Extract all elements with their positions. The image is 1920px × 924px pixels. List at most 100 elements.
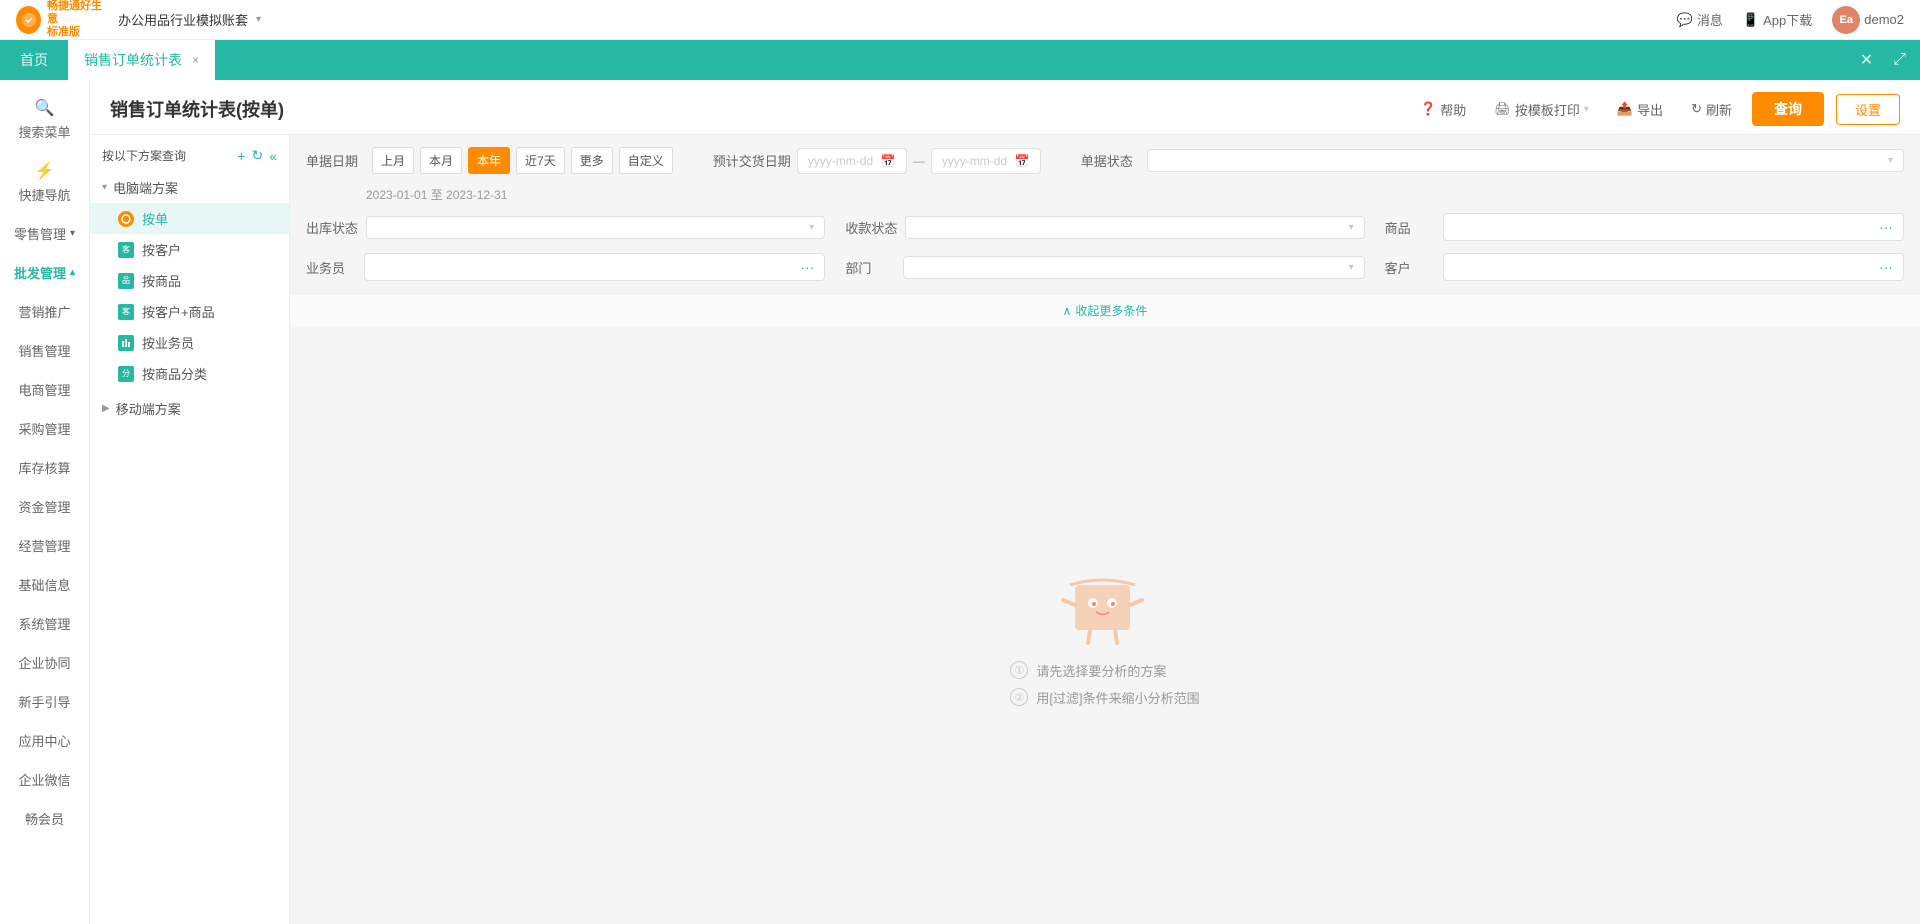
scheme-collapse-button[interactable]: « bbox=[269, 148, 277, 164]
sidebar-item-quick-nav[interactable]: ⚡ 快捷导航 bbox=[0, 151, 89, 214]
pc-scheme-section: ▾ 电脑端方案 按单 客 按客户 bbox=[90, 168, 289, 393]
calendar-icon-2: 📅 bbox=[1015, 154, 1030, 168]
date-btn-custom[interactable]: 自定义 bbox=[619, 147, 673, 174]
department-select[interactable]: ▾ bbox=[903, 256, 1364, 279]
tab-bar: 首页 销售订单统计表 × ✕ ⤢ bbox=[0, 40, 1920, 80]
sidebar-item-finance[interactable]: 资金管理 bbox=[0, 487, 89, 526]
top-bar-right: 💬 消息 📱 App下载 Ea demo2 bbox=[1677, 6, 1904, 34]
chevron-down-dept: ▾ bbox=[1349, 262, 1354, 273]
payment-status-select[interactable]: ▾ bbox=[905, 216, 1364, 239]
collapse-bar[interactable]: ∧ 收起更多条件 bbox=[290, 293, 1920, 327]
filter-panel: 单据日期 上月 本月 本年 近7天 更多 自定义 预计交货日期 bbox=[290, 135, 1920, 293]
sidebar-item-corp[interactable]: 企业协同 bbox=[0, 643, 89, 682]
page-actions: ❓ 帮助 🖨 按模板打印 ▾ 📤 导出 ↻ 刷新 查询 设置 bbox=[1412, 92, 1900, 126]
order-status-select[interactable]: ▾ bbox=[1147, 149, 1904, 172]
hint-2: ② 用[过滤]条件来缩小分析范围 bbox=[1010, 688, 1199, 707]
scheme-item-icon-customer: 客 bbox=[118, 242, 134, 258]
sidebar-item-ecommerce[interactable]: 电商管理 bbox=[0, 370, 89, 409]
sidebar-item-member[interactable]: 畅会员 bbox=[0, 799, 89, 838]
refresh-button[interactable]: ↻ 刷新 bbox=[1683, 96, 1740, 123]
sidebar-item-inventory[interactable]: 库存核算 bbox=[0, 448, 89, 487]
sidebar-item-sales[interactable]: 销售管理 bbox=[0, 331, 89, 370]
print-button[interactable]: 🖨 按模板打印 ▾ bbox=[1486, 96, 1597, 123]
scheme-add-button[interactable]: + bbox=[237, 148, 245, 164]
query-button[interactable]: 查询 bbox=[1752, 92, 1824, 126]
scheme-panel-header: 按以下方案查询 + ↻ « bbox=[90, 143, 289, 168]
scheme-item-icon bbox=[118, 211, 134, 227]
help-button[interactable]: ❓ 帮助 bbox=[1412, 96, 1474, 123]
refresh-icon: ↻ bbox=[1691, 101, 1702, 117]
customer-more-dots[interactable]: ··· bbox=[1879, 259, 1893, 275]
scheme-item-by-salesperson[interactable]: 按业务员 bbox=[90, 327, 289, 358]
order-status-label: 单据状态 bbox=[1081, 151, 1141, 170]
salesperson-input[interactable]: ··· bbox=[364, 253, 825, 281]
date-btn-last-month[interactable]: 上月 bbox=[372, 147, 414, 174]
window-close-icon[interactable]: ✕ bbox=[1854, 48, 1879, 72]
user-profile[interactable]: Ea demo2 bbox=[1832, 6, 1904, 34]
right-panel: 单据日期 上月 本月 本年 近7天 更多 自定义 预计交货日期 bbox=[290, 135, 1920, 924]
avatar: Ea bbox=[1832, 6, 1860, 34]
scheme-refresh-button[interactable]: ↻ bbox=[251, 147, 263, 164]
scheme-panel-icons: + ↻ « bbox=[237, 147, 277, 164]
scheme-item-by-category[interactable]: 分 按商品分类 bbox=[90, 358, 289, 389]
sidebar-item-ops[interactable]: 经营管理 bbox=[0, 526, 89, 565]
message-action[interactable]: 💬 消息 bbox=[1677, 10, 1723, 29]
scheme-item-by-customer[interactable]: 客 按客户 bbox=[90, 234, 289, 265]
section-expand-icon: ▾ bbox=[102, 182, 107, 193]
sidebar-item-search[interactable]: 🔍 搜索菜单 bbox=[0, 88, 89, 151]
settings-button[interactable]: 设置 bbox=[1836, 94, 1900, 125]
mobile-scheme-header[interactable]: ▶ 移动端方案 bbox=[90, 393, 289, 424]
scheme-panel: 按以下方案查询 + ↻ « ▾ 电脑端方案 bbox=[90, 135, 290, 924]
sidebar-item-basic[interactable]: 基础信息 bbox=[0, 565, 89, 604]
print-icon: 🖨 bbox=[1494, 101, 1511, 117]
pc-scheme-header[interactable]: ▾ 电脑端方案 bbox=[90, 172, 289, 203]
tab-bar-right: ✕ ⤢ bbox=[1854, 48, 1920, 72]
ship-status-select[interactable]: ▾ bbox=[366, 216, 825, 239]
scheme-item-by-goods[interactable]: 品 按商品 bbox=[90, 265, 289, 296]
tab-sales-order-stats[interactable]: 销售订单统计表 × bbox=[68, 40, 215, 80]
predicted-date-to[interactable]: yyyy-mm-dd 📅 bbox=[931, 148, 1041, 174]
sidebar-item-appstore[interactable]: 应用中心 bbox=[0, 721, 89, 760]
sidebar-item-wechat[interactable]: 企业微信 bbox=[0, 760, 89, 799]
salesperson-more-dots[interactable]: ··· bbox=[800, 259, 814, 275]
export-button[interactable]: 📤 导出 bbox=[1609, 96, 1671, 123]
date-btn-last-7[interactable]: 近7天 bbox=[516, 147, 565, 174]
tab-close-icon[interactable]: × bbox=[192, 53, 199, 67]
predicted-date-from[interactable]: yyyy-mm-dd 📅 bbox=[797, 148, 907, 174]
page-header: 销售订单统计表(按单) ❓ 帮助 🖨 按模板打印 ▾ 📤 导出 ↻ 刷新 bbox=[90, 80, 1920, 135]
logo: 畅捷通好生意 标准版 bbox=[16, 0, 106, 39]
scheme-item-by-cust-goods[interactable]: 客 按客户+商品 bbox=[90, 296, 289, 327]
sidebar-item-newbie[interactable]: 新手引导 bbox=[0, 682, 89, 721]
sidebar-item-system[interactable]: 系统管理 bbox=[0, 604, 89, 643]
workspace-selector[interactable]: 办公用品行业模拟账套 ▾ bbox=[106, 10, 1677, 29]
goods-label: 商品 bbox=[1385, 218, 1435, 237]
date-btn-this-month[interactable]: 本月 bbox=[420, 147, 462, 174]
print-chevron-icon: ▾ bbox=[1584, 104, 1589, 115]
tab-home[interactable]: 首页 bbox=[0, 40, 68, 80]
calendar-icon: 📅 bbox=[881, 154, 896, 168]
goods-input[interactable]: ··· bbox=[1443, 213, 1904, 241]
date-btn-this-year[interactable]: 本年 bbox=[468, 147, 510, 174]
sidebar-item-purchase[interactable]: 采购管理 bbox=[0, 409, 89, 448]
window-expand-icon[interactable]: ⤢ bbox=[1887, 49, 1912, 71]
goods-more-dots[interactable]: ··· bbox=[1879, 219, 1893, 235]
predicted-delivery-group: 预计交货日期 yyyy-mm-dd 📅 — yyyy-mm-dd 📅 bbox=[713, 148, 1041, 174]
export-icon: 📤 bbox=[1617, 101, 1633, 117]
main-layout: 🔍 搜索菜单 ⚡ 快捷导航 零售管理 ▾ 批发管理 ▴ 营销推广 销售管理 电商… bbox=[0, 80, 1920, 924]
sidebar-item-marketing[interactable]: 营销推广 bbox=[0, 292, 89, 331]
sidebar-item-retail[interactable]: 零售管理 ▾ bbox=[0, 214, 89, 253]
workspace-chevron-icon[interactable]: ▾ bbox=[256, 14, 261, 25]
scheme-item-icon-cust-goods: 客 bbox=[118, 304, 134, 320]
sidebar-item-wholesale[interactable]: 批发管理 ▴ bbox=[0, 253, 89, 292]
payment-status-cell: 收款状态 ▾ bbox=[845, 213, 1364, 241]
goods-cell: 商品 ··· bbox=[1385, 213, 1904, 241]
app-download-action[interactable]: 📱 App下载 bbox=[1743, 10, 1812, 29]
scheme-item-icon-category: 分 bbox=[118, 366, 134, 382]
scheme-item-by-order[interactable]: 按单 bbox=[90, 203, 289, 234]
chevron-down-ship: ▾ bbox=[809, 222, 814, 233]
customer-input[interactable]: ··· bbox=[1443, 253, 1904, 281]
date-btn-more[interactable]: 更多 bbox=[571, 147, 613, 174]
filter-row-3: 业务员 ··· 部门 ▾ bbox=[306, 253, 1904, 281]
download-icon: 📱 bbox=[1743, 12, 1759, 28]
page-title: 销售订单统计表(按单) bbox=[110, 96, 284, 122]
